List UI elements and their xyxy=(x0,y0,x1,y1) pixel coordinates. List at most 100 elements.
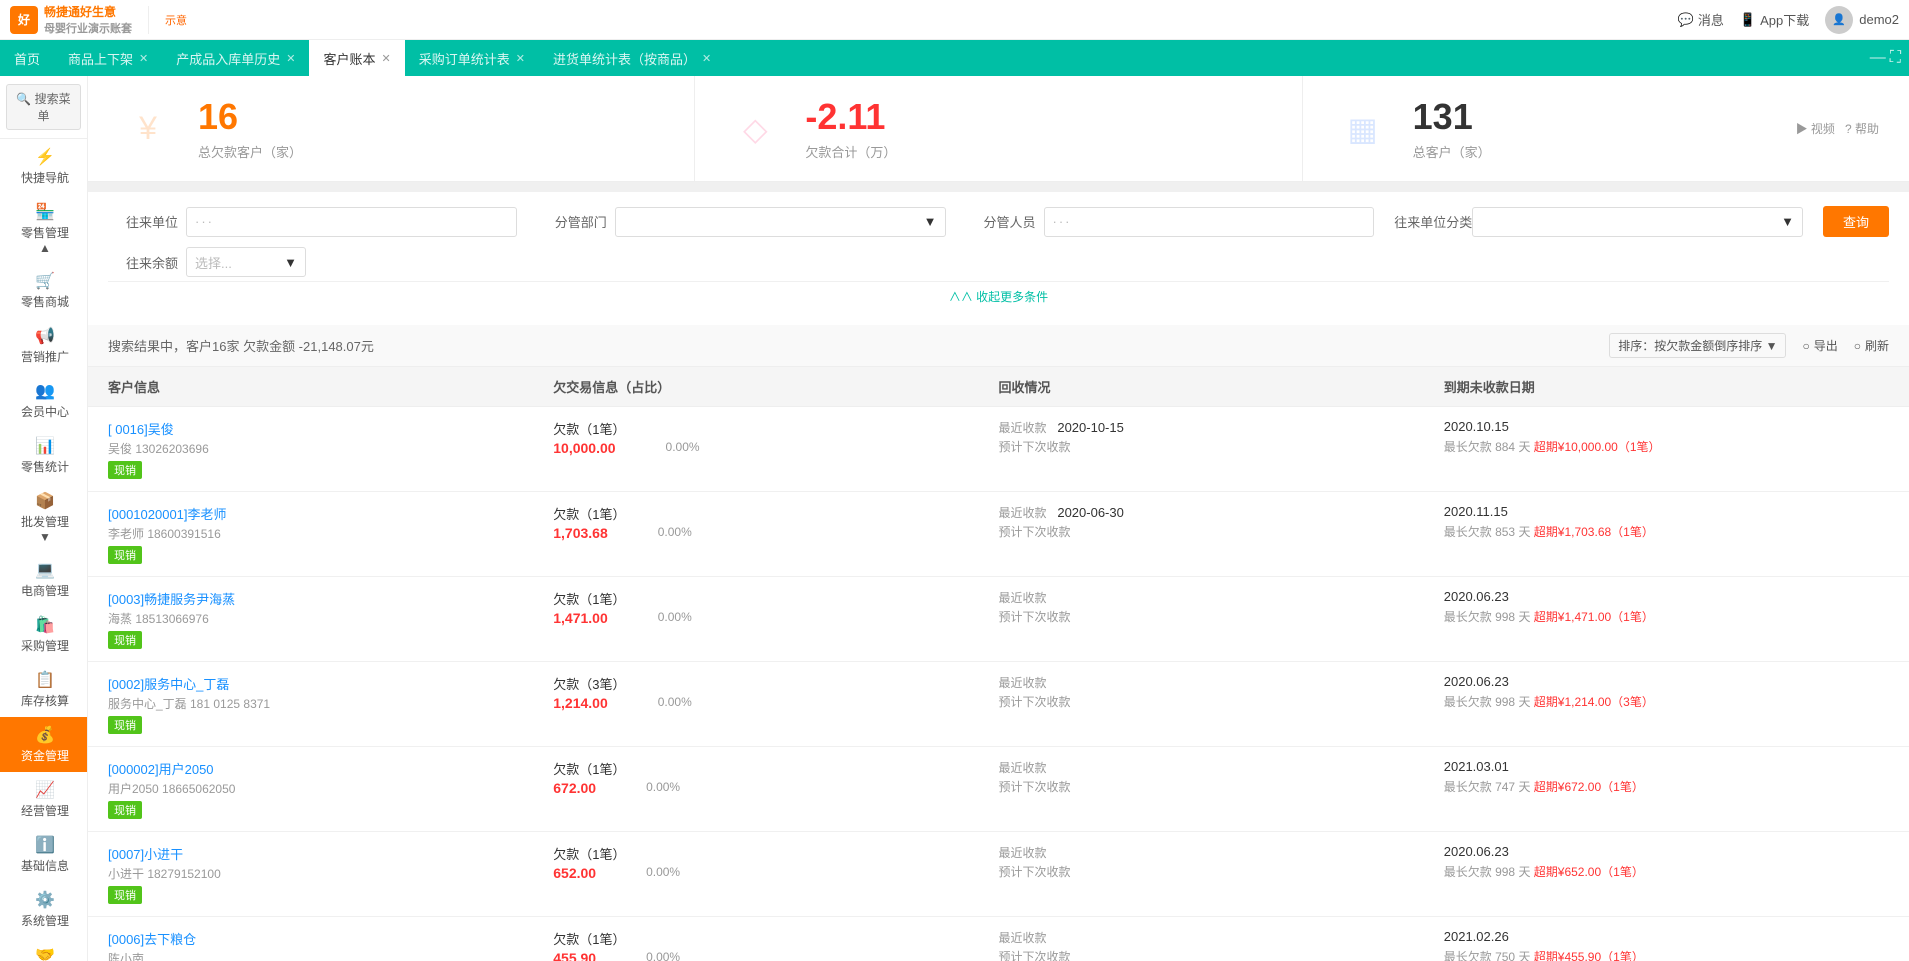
table-row: [0007]小进干 小进干 18279152100 现销 欠款（1笔） 652.… xyxy=(88,832,1909,917)
filter-person: 分管人员 ··· xyxy=(966,207,1375,237)
header-debt: 欠交易信息（占比） xyxy=(553,377,998,396)
purchase-label: 采购管理 xyxy=(3,637,87,654)
debt-col-0: 欠款（1笔） 10,000.00 0.00% xyxy=(553,419,998,456)
dept-select[interactable]: ▼ xyxy=(615,207,946,237)
tab-minimize-icon[interactable]: — xyxy=(1870,49,1886,67)
overdue-link-6[interactable]: 超期¥455.90（1笔） xyxy=(1534,950,1644,961)
table-row: [0001020001]李老师 李老师 18600391516 现销 欠款（1笔… xyxy=(88,492,1909,577)
person-input[interactable]: ··· xyxy=(1044,207,1375,237)
tab-products-close[interactable]: ✕ xyxy=(139,52,148,65)
overdue-link-1[interactable]: 超期¥1,703.68（1笔） xyxy=(1534,525,1654,539)
customer-col-6: [0006]去下粮仓 陈小南 现销 xyxy=(108,929,553,961)
overdue-info-6: 最长欠款 750 天 超期¥455.90（1笔） xyxy=(1444,948,1889,961)
sidebar-item-retail-mgmt[interactable]: 🏪 零售管理 ▲ xyxy=(0,194,87,263)
sidebar-item-finance[interactable]: 💰 资金管理 xyxy=(0,717,87,772)
date-col-2: 2020.06.23 最长欠款 998 天 超期¥1,471.00（1笔） xyxy=(1444,589,1889,625)
sidebar-item-retail-stats[interactable]: 📊 零售统计 xyxy=(0,428,87,483)
unit-class-arrow-icon: ▼ xyxy=(1781,214,1794,229)
message-btn[interactable]: 💬 消息 xyxy=(1678,10,1724,29)
tab-purchase-close[interactable]: ✕ xyxy=(516,52,525,65)
video-btn[interactable]: ▶ 视频 xyxy=(1796,120,1835,137)
sidebar-item-retail-mall[interactable]: 🛒 零售商城 xyxy=(0,263,87,318)
user-avatar-area[interactable]: 👤 demo2 xyxy=(1825,6,1899,34)
balance-select[interactable]: 选择... ▼ xyxy=(186,247,306,277)
overdue-link-3[interactable]: 超期¥1,214.00（3笔） xyxy=(1534,695,1654,709)
help-btn[interactable]: ? 帮助 xyxy=(1845,120,1879,137)
next-payment-2: 预计下次收款 xyxy=(999,608,1444,625)
debt-count-0: 欠款（1笔） xyxy=(553,419,998,438)
tab-customer-account[interactable]: 客户账本 ✕ xyxy=(309,40,404,76)
customer-name-0[interactable]: [ 0016]吴俊 xyxy=(108,419,553,438)
debt-col-3: 欠款（3笔） 1,214.00 0.00% xyxy=(553,674,998,711)
overdue-link-2[interactable]: 超期¥1,471.00（1笔） xyxy=(1534,610,1654,624)
overdue-link-5[interactable]: 超期¥652.00（1笔） xyxy=(1534,865,1644,879)
basic-info-icon: ℹ️ xyxy=(3,835,87,855)
debt-percent-4: 0.00% xyxy=(646,780,680,794)
purchase-icon: 🛍️ xyxy=(3,615,87,635)
sidebar-item-quick-nav[interactable]: ⚡ 快捷导航 xyxy=(0,139,87,194)
balance-arrow-icon: ▼ xyxy=(284,255,297,270)
filter-dept: 分管部门 ▼ xyxy=(537,207,946,237)
sidebar-item-marketing[interactable]: 📢 营销推广 xyxy=(0,318,87,373)
customer-name-1[interactable]: [0001020001]李老师 xyxy=(108,504,553,523)
sidebar-item-inventory[interactable]: 📋 库存核算 xyxy=(0,662,87,717)
tab-import-stat[interactable]: 进货单统计表（按商品） ✕ xyxy=(539,40,725,76)
sidebar-item-operations[interactable]: 📈 经营管理 xyxy=(0,772,87,827)
tab-import-stat-close[interactable]: ✕ xyxy=(702,52,711,65)
sidebar-item-enterprise[interactable]: 🤝 企业协同 xyxy=(0,937,87,961)
sidebar-item-basic-info[interactable]: ℹ️ 基础信息 xyxy=(0,827,87,882)
sort-select[interactable]: 排序：按欠款金额倒序排序 ▼ xyxy=(1609,333,1786,358)
inventory-icon: 📋 xyxy=(3,670,87,690)
tab-products[interactable]: 商品上下架 ✕ xyxy=(54,40,162,76)
tab-purchase[interactable]: 采购订单统计表 ✕ xyxy=(405,40,539,76)
customer-name-4[interactable]: [000002]用户2050 xyxy=(108,759,553,778)
customer-name-2[interactable]: [0003]畅捷服务尹海蒸 xyxy=(108,589,553,608)
overdue-info-1: 最长欠款 853 天 超期¥1,703.68（1笔） xyxy=(1444,523,1889,540)
customer-col-0: [ 0016]吴俊 吴俊 13026203696 现销 xyxy=(108,419,553,479)
overdue-link-0[interactable]: 超期¥10,000.00（1笔） xyxy=(1534,440,1661,454)
download-btn[interactable]: 📱 App下载 xyxy=(1740,10,1809,29)
member-label: 会员中心 xyxy=(3,403,87,420)
collapse-filter-btn[interactable]: ∧∧ 收起更多条件 xyxy=(108,281,1889,311)
query-button[interactable]: 查询 xyxy=(1823,206,1889,237)
sidebar-item-system[interactable]: ⚙️ 系统管理 xyxy=(0,882,87,937)
customer-name-3[interactable]: [0002]服务中心_丁磊 xyxy=(108,674,553,693)
tab-production[interactable]: 产成品入库单历史 ✕ xyxy=(162,40,309,76)
refresh-btn[interactable]: ○ 刷新 xyxy=(1854,337,1889,354)
sidebar-item-ecommerce[interactable]: 💻 电商管理 xyxy=(0,552,87,607)
from-unit-input[interactable]: ··· xyxy=(186,207,517,237)
latest-payment-3: 最近收款 xyxy=(999,674,1444,691)
date-col-5: 2020.06.23 最长欠款 998 天 超期¥652.00（1笔） xyxy=(1444,844,1889,880)
header-date: 到期未收款日期 xyxy=(1444,377,1889,396)
from-unit-label: 往来单位 xyxy=(108,212,178,231)
sidebar-item-batch-mgmt[interactable]: 📦 批发管理 ▼ xyxy=(0,483,87,552)
debt-amount-4: 672.00 xyxy=(553,780,596,796)
customer-name-5[interactable]: [0007]小进干 xyxy=(108,844,553,863)
overdue-info-4: 最长欠款 747 天 超期¥672.00（1笔） xyxy=(1444,778,1889,795)
tab-bar-end: — ⛶ xyxy=(1870,40,1909,76)
overdue-link-4[interactable]: 超期¥672.00（1笔） xyxy=(1534,780,1644,794)
tab-home[interactable]: 首页 xyxy=(0,40,54,76)
tab-customer-account-close[interactable]: ✕ xyxy=(382,52,391,65)
tab-expand-icon[interactable]: ⛶ xyxy=(1890,49,1901,67)
customer-name-6[interactable]: [0006]去下粮仓 xyxy=(108,929,553,948)
table-header: 客户信息 欠交易信息（占比） 回收情况 到期未收款日期 xyxy=(88,367,1909,407)
date-col-3: 2020.06.23 最长欠款 998 天 超期¥1,214.00（3笔） xyxy=(1444,674,1889,710)
search-menu-btn[interactable]: 🔍 搜索菜单 xyxy=(6,84,81,130)
person-dots: ··· xyxy=(1053,214,1072,229)
basic-info-label: 基础信息 xyxy=(3,857,87,874)
header-customer: 客户信息 xyxy=(108,377,553,396)
retail-stats-label: 零售统计 xyxy=(3,458,87,475)
balance-placeholder: 选择... xyxy=(195,253,232,272)
unit-class-select[interactable]: ▼ xyxy=(1472,207,1803,237)
quick-nav-icon: ⚡ xyxy=(3,147,87,167)
result-bar: 搜索结果中，客户16家 欠款金额 -21,148.07元 排序：按欠款金额倒序排… xyxy=(88,325,1909,367)
sidebar-item-purchase[interactable]: 🛍️ 采购管理 xyxy=(0,607,87,662)
home-tab-label: 首页 xyxy=(14,49,40,68)
export-btn[interactable]: ○ 导出 xyxy=(1802,337,1837,354)
sidebar-item-member[interactable]: 👥 会员中心 xyxy=(0,373,87,428)
debt-count-5: 欠款（1笔） xyxy=(553,844,998,863)
retail-mgmt-arrow: ▲ xyxy=(39,241,51,255)
brand-link[interactable]: 示意 xyxy=(165,12,187,28)
tab-production-close[interactable]: ✕ xyxy=(286,52,295,65)
